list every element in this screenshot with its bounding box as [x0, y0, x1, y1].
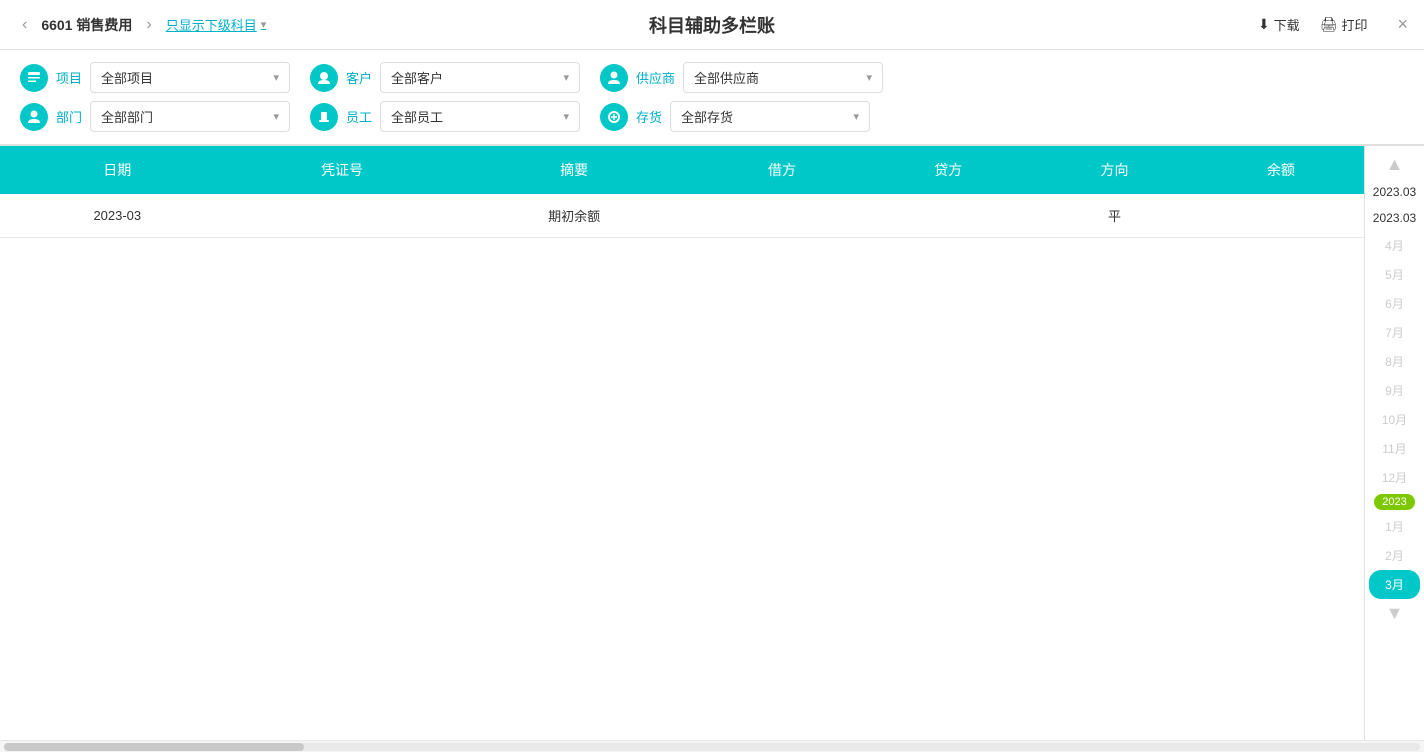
filter-item-employee: 员工 全部员工 ▾	[310, 101, 580, 132]
project-value: 全部项目	[101, 68, 267, 87]
filter-item-department: 部门 全部部门 ▾	[20, 101, 290, 132]
show-sub-button[interactable]: 只显示下级科目 ▾	[166, 15, 267, 34]
timeline-item-2023-03-start[interactable]: 2023.03	[1365, 179, 1424, 205]
filter-item-inventory: 存货 全部存货 ▾	[600, 101, 870, 132]
ledger-table: 日期 凭证号 摘要 借方 贷方 方向 余额 2023-03 期初余额	[0, 146, 1364, 238]
inventory-label: 存货	[636, 107, 662, 126]
filter-item-customer: 客户 全部客户 ▾	[310, 62, 580, 93]
customer-icon	[310, 64, 338, 92]
h-scrollbar-thumb[interactable]	[4, 743, 304, 751]
timeline-item-2[interactable]: 2月	[1365, 541, 1424, 570]
employee-icon	[310, 103, 338, 131]
timeline-nav-up[interactable]: ▲	[1382, 150, 1408, 179]
col-direction: 方向	[1031, 146, 1197, 194]
bottom-scrollbar[interactable]	[0, 740, 1424, 752]
supplier-icon	[600, 64, 628, 92]
col-summary: 摘要	[449, 146, 698, 194]
col-date: 日期	[0, 146, 235, 194]
h-scrollbar-track[interactable]	[4, 743, 1420, 751]
supplier-select[interactable]: 全部供应商 ▾	[683, 62, 883, 93]
filter-row-2: 部门 全部部门 ▾ 员工 全部员工	[20, 101, 1404, 132]
supplier-chevron: ▾	[867, 71, 873, 84]
customer-label: 客户	[346, 68, 372, 87]
customer-value: 全部客户	[391, 68, 557, 87]
main-window: ‹ 6601 销售费用 › 只显示下级科目 ▾ 科目辅助多栏账 ⬇ 下载 🖨 打…	[0, 0, 1424, 752]
inventory-icon	[600, 103, 628, 131]
cell-summary: 期初余额	[449, 194, 698, 238]
table-row: 2023-03 期初余额 平	[0, 194, 1364, 238]
col-voucher: 凭证号	[235, 146, 450, 194]
filter-item-supplier: 供应商 全部供应商 ▾	[600, 62, 883, 93]
department-chevron: ▾	[273, 110, 279, 123]
col-credit: 贷方	[865, 146, 1031, 194]
timeline-item-6[interactable]: 6月	[1365, 289, 1424, 318]
timeline-item-3-active[interactable]: 3月	[1369, 570, 1420, 599]
page-title: 科目辅助多栏账	[649, 12, 775, 38]
cell-debit	[699, 194, 865, 238]
customer-select[interactable]: 全部客户 ▾	[380, 62, 580, 93]
inventory-chevron: ▾	[854, 110, 860, 123]
table-header-row: 日期 凭证号 摘要 借方 贷方 方向 余额	[0, 146, 1364, 194]
cell-credit	[865, 194, 1031, 238]
main-content: 日期 凭证号 摘要 借方 贷方 方向 余额 2023-03 期初余额	[0, 146, 1424, 740]
timeline-item-7[interactable]: 7月	[1365, 318, 1424, 347]
department-label: 部门	[56, 107, 82, 126]
col-balance: 余额	[1198, 146, 1364, 194]
project-icon	[20, 64, 48, 92]
supplier-value: 全部供应商	[694, 68, 860, 87]
timeline-item-9[interactable]: 9月	[1365, 376, 1424, 405]
cell-direction: 平	[1031, 194, 1197, 238]
cell-date: 2023-03	[0, 194, 235, 238]
download-icon: ⬇	[1258, 16, 1270, 33]
download-button[interactable]: ⬇ 下载	[1258, 15, 1300, 34]
employee-value: 全部员工	[391, 107, 557, 126]
employee-label: 员工	[346, 107, 372, 126]
cell-voucher	[235, 194, 450, 238]
filter-item-project: 项目 全部项目 ▾	[20, 62, 290, 93]
supplier-label: 供应商	[636, 68, 675, 87]
nav-prev-button[interactable]: ‹	[16, 14, 33, 36]
print-icon: 🖨	[1320, 16, 1338, 33]
timeline-item-4[interactable]: 4月	[1365, 231, 1424, 260]
inventory-value: 全部存货	[681, 107, 847, 126]
timeline-item-2023-03-end[interactable]: 2023.03	[1365, 205, 1424, 231]
timeline-item-11[interactable]: 11月	[1365, 434, 1424, 463]
close-button[interactable]: ×	[1397, 14, 1408, 35]
department-icon	[20, 103, 48, 131]
project-label: 项目	[56, 68, 82, 87]
title-bar-left: ‹ 6601 销售费用 › 只显示下级科目 ▾	[16, 14, 266, 36]
timeline-item-5[interactable]: 5月	[1365, 260, 1424, 289]
timeline-item-12[interactable]: 12月	[1365, 463, 1424, 492]
account-code: 6601 销售费用	[41, 15, 132, 35]
department-value: 全部部门	[101, 107, 267, 126]
table-area[interactable]: 日期 凭证号 摘要 借方 贷方 方向 余额 2023-03 期初余额	[0, 146, 1364, 740]
cell-balance	[1198, 194, 1364, 238]
timeline-item-1[interactable]: 1月	[1365, 512, 1424, 541]
title-bar: ‹ 6601 销售费用 › 只显示下级科目 ▾ 科目辅助多栏账 ⬇ 下载 🖨 打…	[0, 0, 1424, 50]
customer-chevron: ▾	[564, 71, 570, 84]
filter-rows-container: 项目 全部项目 ▾ 客户 全部客户 ▾	[0, 50, 1424, 146]
timeline-item-10[interactable]: 10月	[1365, 405, 1424, 434]
col-debit: 借方	[699, 146, 865, 194]
inventory-select[interactable]: 全部存货 ▾	[670, 101, 870, 132]
employee-select[interactable]: 全部员工 ▾	[380, 101, 580, 132]
timeline-nav-down[interactable]: ▼	[1382, 599, 1408, 628]
nav-next-button[interactable]: ›	[140, 14, 157, 36]
project-select[interactable]: 全部项目 ▾	[90, 62, 290, 93]
timeline-item-8[interactable]: 8月	[1365, 347, 1424, 376]
timeline-panel: ▲ 2023.03 2023.03 4月 5月 6月 7月 8月	[1364, 146, 1424, 740]
project-chevron: ▾	[273, 71, 279, 84]
filter-row-1: 项目 全部项目 ▾ 客户 全部客户 ▾	[20, 62, 1404, 93]
employee-chevron: ▾	[564, 110, 570, 123]
timeline-year-badge[interactable]: 2023	[1365, 492, 1424, 512]
department-select[interactable]: 全部部门 ▾	[90, 101, 290, 132]
title-bar-right: ⬇ 下载 🖨 打印 ×	[1258, 14, 1408, 35]
print-button[interactable]: 🖨 打印	[1320, 15, 1368, 34]
